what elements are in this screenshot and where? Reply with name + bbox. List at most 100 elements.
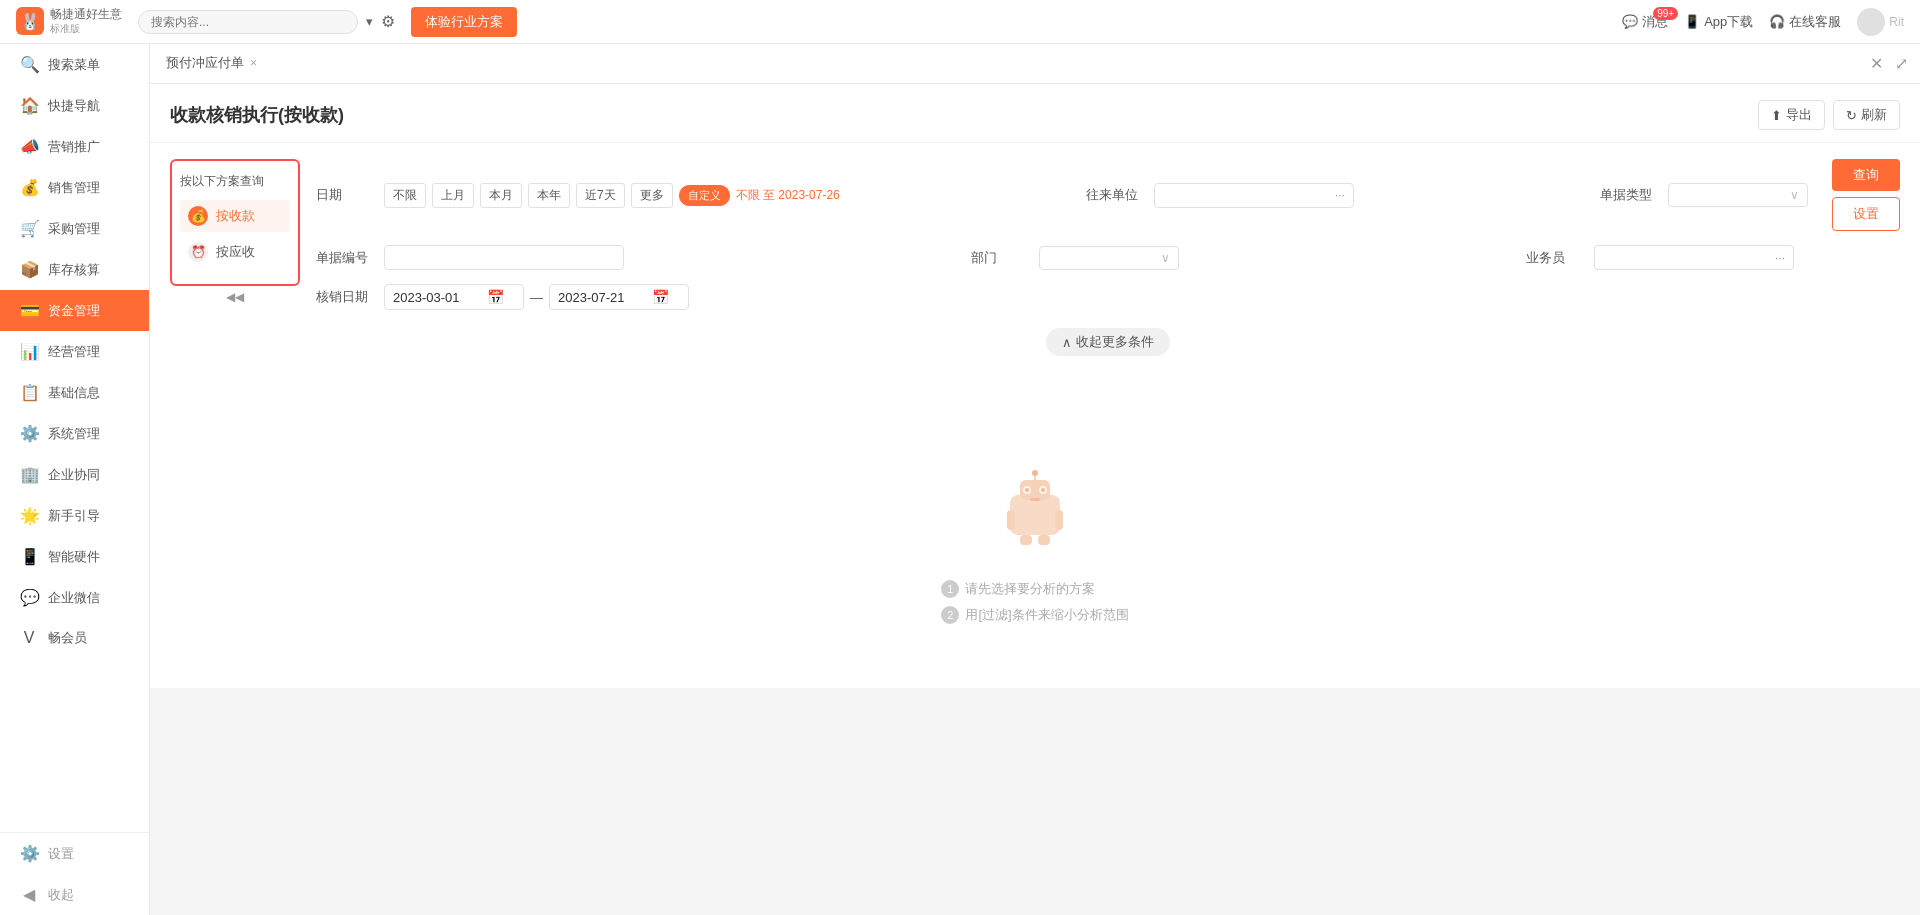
message-icon: 💬 [1622, 14, 1638, 29]
date-dash: — [530, 290, 543, 305]
filter-settings-button[interactable]: 设置 [1832, 197, 1900, 231]
export-button[interactable]: ⬆ 导出 [1758, 100, 1825, 130]
sidebar-item-purchase[interactable]: 🛒采购管理 [0, 208, 149, 249]
message-button[interactable]: 💬 消息 99+ [1622, 13, 1668, 31]
sidebar-icon-finance: 💳 [20, 301, 38, 320]
sidebar-label-operations: 经营管理 [48, 343, 100, 361]
filter-container: 按以下方案查询 💰 按收款 ⏰ 按应收 [150, 143, 1920, 380]
sidebar-label-sales: 销售管理 [48, 179, 100, 197]
filter-panel: 按以下方案查询 💰 按收款 ⏰ 按应收 [170, 159, 300, 286]
calendar-start-icon[interactable]: 📅 [487, 289, 504, 305]
sidebar-item-hardware[interactable]: 📱 智能硬件 [0, 536, 149, 577]
date-btn-unlimited[interactable]: 不限 [384, 183, 426, 208]
sidebar-item-guide[interactable]: 🌟新手引导 [0, 495, 149, 536]
sidebar-icon-sales: 💰 [20, 178, 38, 197]
sidebar-item-inventory[interactable]: 📦 库存核算 [0, 249, 149, 290]
hint-num-2: 2 [941, 606, 959, 624]
sidebar-item-operations[interactable]: 📊 经营管理 [0, 331, 149, 372]
query-button[interactable]: 查询 [1832, 159, 1900, 191]
export-icon: ⬆ [1771, 108, 1782, 123]
svg-point-5 [1041, 488, 1045, 492]
collapse-more-row: ∧ 收起更多条件 [316, 324, 1900, 364]
sidebar-item-quick-nav[interactable]: 🏠快捷导航 [0, 85, 149, 126]
app-container: 🐰 畅捷通好生意 标准版 ▾ ⚙ 体验行业方案 💬 消息 99+ 📱 App下载… [0, 0, 1920, 915]
date-btn-custom[interactable]: 自定义 [679, 185, 730, 206]
sidebar-item-search-menu[interactable]: 🔍搜索菜单 [0, 44, 149, 85]
sidebar-icon-inventory: 📦 [20, 260, 38, 279]
service-button[interactable]: 🎧 在线客服 [1769, 13, 1841, 31]
tab-close-prepay[interactable]: × [250, 56, 257, 70]
date-btn-this-year[interactable]: 本年 [528, 183, 570, 208]
search-input[interactable] [138, 10, 358, 34]
dropdown-arrow-icon[interactable]: ▾ [366, 14, 373, 29]
search-area[interactable] [138, 10, 358, 34]
dept-arrow-icon: ∨ [1161, 251, 1170, 265]
sidebar-item-finance[interactable]: 💳资金管理 [0, 290, 149, 331]
page-inner: 收款核销执行(按收款) ⬆ 导出 ↻ 刷新 [150, 84, 1920, 688]
calendar-end-icon[interactable]: 📅 [652, 289, 669, 305]
filter-row-1: 日期 不限 上月 本月 本年 近7天 更多 自定义 不限 至 2023-07- [316, 159, 1900, 231]
sidebar-label-search-menu: 搜索菜单 [48, 56, 100, 74]
sidebar: 🔍搜索菜单🏠快捷导航📣营销推广 💰 销售管理 🛒采购管理 📦 库存核算 💳资金管理 📊 经营管理… [0, 44, 150, 915]
verify-date-start-input[interactable] [393, 290, 483, 305]
doc-no-input[interactable] [393, 250, 615, 265]
sidebar-item-system[interactable]: ⚙️系统管理 [0, 413, 149, 454]
tab-prepay[interactable]: 预付冲应付单× [150, 44, 273, 84]
svg-rect-7 [1007, 510, 1015, 530]
filter-panel-collapse[interactable]: ◀◀ [170, 290, 300, 304]
sidebar-label-purchase: 采购管理 [48, 220, 100, 238]
date-btn-last-month[interactable]: 上月 [432, 183, 474, 208]
verify-date-end-input[interactable] [558, 290, 648, 305]
doc-type-select[interactable]: ∨ [1668, 183, 1808, 207]
sidebar-icon-hardware: 📱 [20, 547, 38, 566]
date-btn-more[interactable]: 更多 [631, 183, 673, 208]
by-receivable-label: 按应收 [216, 243, 255, 261]
sidebar-item-marketing[interactable]: 📣营销推广 [0, 126, 149, 167]
svg-point-4 [1025, 488, 1029, 492]
sidebar-item-basic-info[interactable]: 📋基础信息 [0, 372, 149, 413]
date-btn-this-month[interactable]: 本月 [480, 183, 522, 208]
filter-option-by-receipt[interactable]: 💰 按收款 [180, 200, 290, 232]
industry-button[interactable]: 体验行业方案 [411, 7, 517, 37]
date-btn-last-7-days[interactable]: 近7天 [576, 183, 625, 208]
sidebar-label-inventory: 库存核算 [48, 261, 100, 279]
collapse-more-button[interactable]: ∧ 收起更多条件 [1046, 328, 1170, 356]
sidebar-icon-operations: 📊 [20, 342, 38, 361]
settings-icon[interactable]: ⚙ [381, 12, 395, 31]
verify-date-range: 📅 — 📅 [384, 284, 689, 310]
app-download-button[interactable]: 📱 App下载 [1684, 13, 1753, 31]
sidebar-label-wechat: 企业微信 [48, 589, 100, 607]
partner-more-icon[interactable]: ··· [1335, 188, 1345, 202]
tab-expand-icon[interactable]: ⤢ [1891, 50, 1912, 77]
sidebar-items: 🔍搜索菜单🏠快捷导航📣营销推广 💰 销售管理 🛒采购管理 📦 库存核算 💳资金管理 📊 经营管理… [0, 44, 149, 658]
service-icon: 🎧 [1769, 14, 1785, 29]
sidebar-icon-wechat: 💬 [20, 588, 38, 607]
hint-item-1: 1 请先选择要分析的方案 [941, 576, 1128, 602]
date-label: 日期 [316, 186, 368, 204]
hint-text-2: 用[过滤]条件来缩小分析范围 [965, 602, 1128, 628]
sidebar-bottom-settings[interactable]: ⚙️ 设置 [0, 833, 149, 874]
tab-close-icon[interactable]: ✕ [1866, 50, 1887, 77]
svg-rect-6 [1030, 498, 1040, 501]
sidebar-icon-system: ⚙️ [20, 424, 38, 443]
sidebar-collapse-btn[interactable]: ◀ 收起 [0, 874, 149, 915]
staff-input[interactable] [1603, 250, 1771, 265]
settings-bottom-label: 设置 [48, 845, 74, 863]
filter-sidebar: 按以下方案查询 💰 按收款 ⏰ 按应收 [170, 159, 300, 364]
export-label: 导出 [1786, 106, 1812, 124]
dept-select[interactable]: ∨ [1039, 246, 1179, 270]
doc-no-label: 单据编号 [316, 249, 368, 267]
logo-text-block: 畅捷通好生意 标准版 [50, 7, 122, 35]
user-area[interactable]: Rit [1857, 8, 1904, 36]
filter-option-by-receivable[interactable]: ⏰ 按应收 [180, 236, 290, 268]
sidebar-item-enterprise[interactable]: 🏢企业协同 [0, 454, 149, 495]
sidebar-item-wechat[interactable]: 💬 企业微信 [0, 577, 149, 618]
staff-more-icon[interactable]: ··· [1775, 251, 1785, 265]
sidebar-label-hardware: 智能硬件 [48, 548, 100, 566]
refresh-button[interactable]: ↻ 刷新 [1833, 100, 1900, 130]
tab-bar-actions: ✕ ⤢ [1866, 50, 1920, 77]
partner-input[interactable] [1163, 188, 1331, 203]
sidebar-item-sales[interactable]: 💰 销售管理 [0, 167, 149, 208]
sidebar-item-member[interactable]: V畅会员 [0, 618, 149, 658]
service-label: 在线客服 [1789, 13, 1841, 31]
